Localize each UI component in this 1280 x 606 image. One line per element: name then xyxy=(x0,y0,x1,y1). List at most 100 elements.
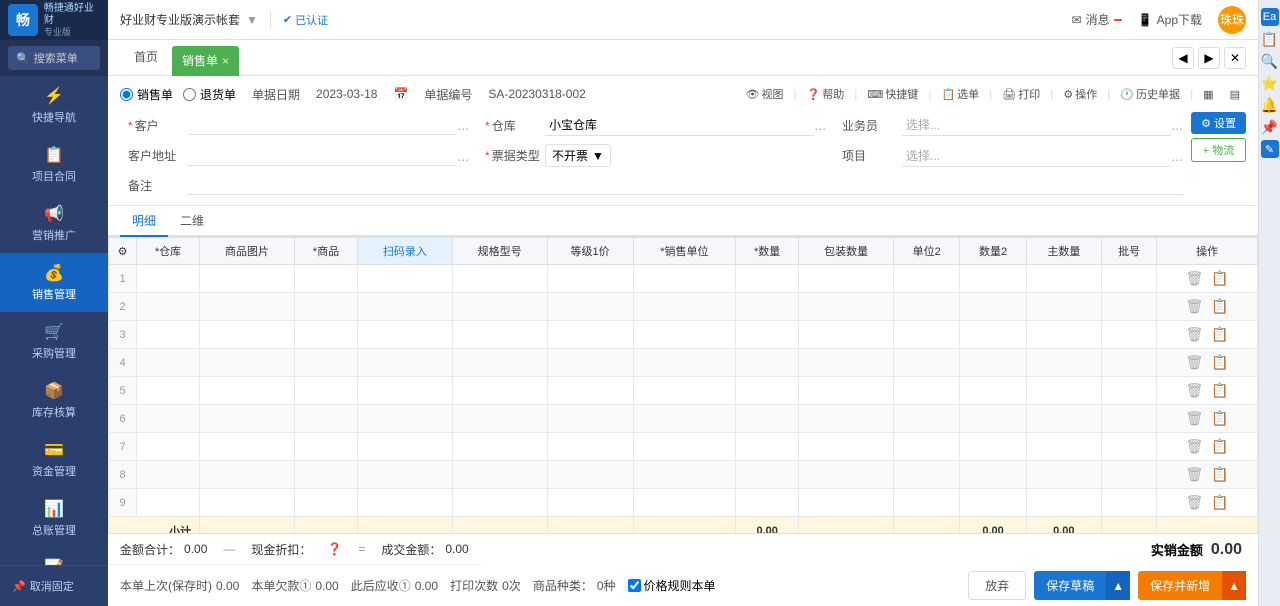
cell-unit2[interactable] xyxy=(894,293,960,321)
cell-product-img[interactable] xyxy=(200,405,295,433)
project-dots[interactable]: ... xyxy=(1171,148,1183,164)
cell-main-qty[interactable] xyxy=(1026,349,1101,377)
right-panel-btn1[interactable]: Ea xyxy=(1261,8,1279,26)
toolbar-shortcuts-btn[interactable]: ⌨ 快捷键 xyxy=(861,84,924,104)
right-panel-btn3[interactable]: 🔍 xyxy=(1261,52,1279,70)
cell-quantity[interactable] xyxy=(736,405,799,433)
row-delete-button[interactable]: 🗑 xyxy=(1184,466,1206,483)
row-copy-button[interactable]: 📋 xyxy=(1209,354,1230,371)
sidebar-item-sales[interactable]: 💰 销售管理 xyxy=(0,253,108,312)
row-delete-button[interactable]: 🗑 xyxy=(1184,410,1206,427)
save-draft-button[interactable]: 保存草稿 xyxy=(1034,571,1106,600)
cell-qty2[interactable] xyxy=(960,265,1026,293)
cell-unit2[interactable] xyxy=(894,461,960,489)
cell-qty2[interactable] xyxy=(960,461,1026,489)
cell-quantity[interactable] xyxy=(736,265,799,293)
right-panel-btn2[interactable]: 📋 xyxy=(1261,30,1279,48)
cell-batch-entry[interactable] xyxy=(357,349,452,377)
cell-pack-qty[interactable] xyxy=(799,433,894,461)
sidebar-cancel-fixed[interactable]: 📌 取消固定 xyxy=(8,574,100,598)
row-delete-button[interactable]: 🗑 xyxy=(1184,298,1206,315)
cell-batch-entry[interactable] xyxy=(357,433,452,461)
cell-warehouse[interactable] xyxy=(137,461,200,489)
cell-warehouse[interactable] xyxy=(137,321,200,349)
add-logistics-button[interactable]: + 物流 xyxy=(1191,138,1246,162)
cell-sales-unit[interactable] xyxy=(633,433,735,461)
row-delete-button[interactable]: 🗑 xyxy=(1184,326,1206,343)
row-delete-button[interactable]: 🗑 xyxy=(1184,354,1206,371)
sidebar-item-quick-nav[interactable]: ⚡ 快捷导航 xyxy=(0,76,108,135)
address-dots[interactable]: ... xyxy=(457,148,469,164)
cell-product-img[interactable] xyxy=(200,321,295,349)
cell-price1[interactable] xyxy=(547,377,633,405)
cell-spec[interactable] xyxy=(452,461,547,489)
save-new-button[interactable]: 保存并新增 xyxy=(1138,571,1222,600)
row-delete-button[interactable]: 🗑 xyxy=(1184,438,1206,455)
cell-price1[interactable] xyxy=(547,433,633,461)
sidebar-item-inventory[interactable]: 📦 库存核算 xyxy=(0,371,108,430)
cell-batch[interactable] xyxy=(1101,265,1156,293)
cell-batch[interactable] xyxy=(1101,461,1156,489)
cell-product-img[interactable] xyxy=(200,461,295,489)
cell-sales-unit[interactable] xyxy=(633,293,735,321)
cell-quantity[interactable] xyxy=(736,321,799,349)
cell-warehouse[interactable] xyxy=(137,405,200,433)
cell-pack-qty[interactable] xyxy=(799,405,894,433)
cell-warehouse[interactable] xyxy=(137,433,200,461)
cell-unit2[interactable] xyxy=(894,377,960,405)
cell-quantity[interactable] xyxy=(736,293,799,321)
cell-price1[interactable] xyxy=(547,405,633,433)
cell-spec[interactable] xyxy=(452,265,547,293)
cell-qty2[interactable] xyxy=(960,293,1026,321)
toolbar-help-btn[interactable]: ❓ 帮助 xyxy=(801,84,851,104)
toolbar-operate-btn[interactable]: ⚙ 操作 xyxy=(1057,84,1103,104)
cell-spec[interactable] xyxy=(452,377,547,405)
tab-home[interactable]: 首页 xyxy=(120,40,172,76)
cell-spec[interactable] xyxy=(452,433,547,461)
cell-main-qty[interactable] xyxy=(1026,321,1101,349)
toolbar-print-btn[interactable]: 🖨 打印 xyxy=(996,84,1046,104)
cell-main-qty[interactable] xyxy=(1026,433,1101,461)
cell-batch-entry[interactable] xyxy=(357,405,452,433)
customer-input[interactable] xyxy=(188,115,457,135)
radio-return-input[interactable] xyxy=(183,88,196,101)
cell-batch-entry[interactable] xyxy=(357,461,452,489)
cell-product[interactable] xyxy=(294,405,357,433)
setting-button[interactable]: ⚙ 设置 xyxy=(1191,112,1246,134)
cell-sales-unit[interactable] xyxy=(633,405,735,433)
cell-sales-unit[interactable] xyxy=(633,265,735,293)
cell-warehouse[interactable] xyxy=(137,377,200,405)
row-copy-button[interactable]: 📋 xyxy=(1209,298,1230,315)
cell-batch-entry[interactable] xyxy=(357,377,452,405)
row-delete-button[interactable]: 🗑 xyxy=(1184,270,1206,287)
cell-product[interactable] xyxy=(294,321,357,349)
cell-batch-entry[interactable] xyxy=(357,489,452,517)
tab-erwei[interactable]: 二维 xyxy=(168,206,216,237)
sidebar-item-invoice[interactable]: 📝 发票管理 xyxy=(0,548,108,565)
abandon-button[interactable]: 放弃 xyxy=(968,571,1026,600)
cell-product-img[interactable] xyxy=(200,377,295,405)
cell-batch-entry[interactable] xyxy=(357,321,452,349)
cell-main-qty[interactable] xyxy=(1026,265,1101,293)
cell-pack-qty[interactable] xyxy=(799,265,894,293)
cell-spec[interactable] xyxy=(452,405,547,433)
cell-main-qty[interactable] xyxy=(1026,461,1101,489)
row-copy-button[interactable]: 📋 xyxy=(1209,382,1230,399)
row-copy-button[interactable]: 📋 xyxy=(1209,466,1230,483)
cell-sales-unit[interactable] xyxy=(633,489,735,517)
cell-qty2[interactable] xyxy=(960,433,1026,461)
toolbar-grid-btn1[interactable]: ▦ xyxy=(1197,86,1219,103)
cell-unit2[interactable] xyxy=(894,265,960,293)
cell-warehouse[interactable] xyxy=(137,349,200,377)
cell-batch[interactable] xyxy=(1101,405,1156,433)
warehouse-dots[interactable]: ... xyxy=(814,117,826,133)
radio-sale-input[interactable] xyxy=(120,88,133,101)
cell-price1[interactable] xyxy=(547,293,633,321)
row-copy-button[interactable]: 📋 xyxy=(1209,438,1230,455)
calendar-icon[interactable]: 📅 xyxy=(393,87,408,101)
cell-product-img[interactable] xyxy=(200,489,295,517)
cell-product[interactable] xyxy=(294,377,357,405)
cell-product[interactable] xyxy=(294,461,357,489)
cell-quantity[interactable] xyxy=(736,377,799,405)
cell-spec[interactable] xyxy=(452,321,547,349)
